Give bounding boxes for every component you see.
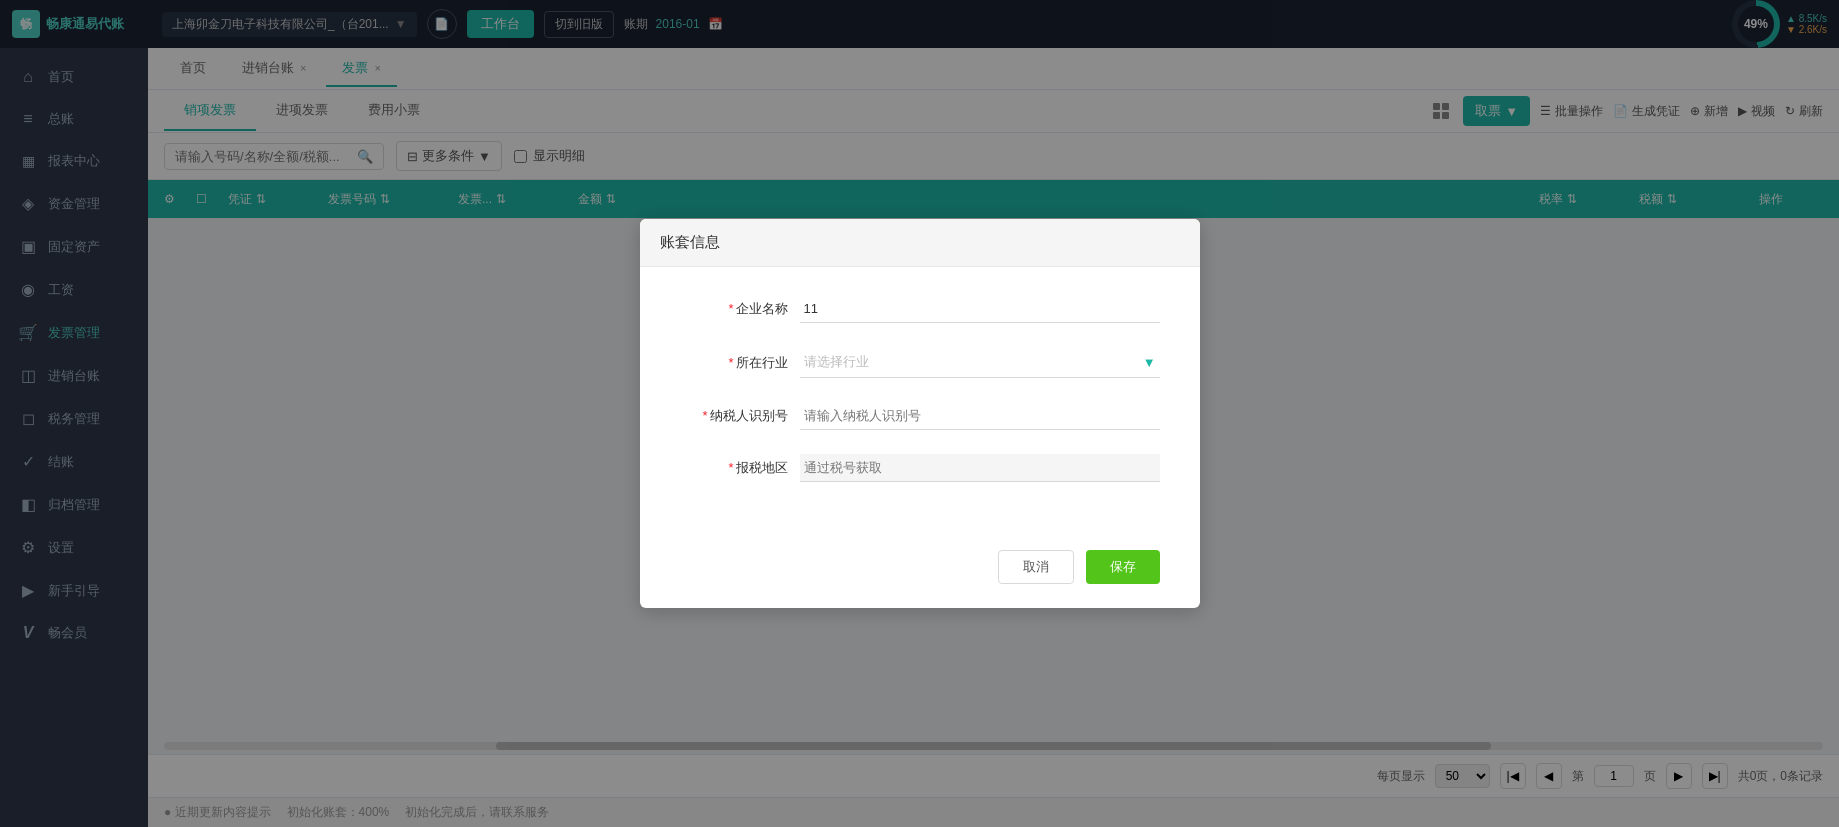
dialog-body: *企业名称 *所在行业 请选择行业 ▼ *纳税人识别号 bbox=[640, 267, 1200, 534]
dialog-header: 账套信息 bbox=[640, 219, 1200, 267]
modal-overlay: 账套信息 *企业名称 *所在行业 请选择行业 ▼ bbox=[0, 0, 1839, 827]
industry-label: *所在行业 bbox=[680, 354, 800, 372]
cancel-button[interactable]: 取消 bbox=[998, 550, 1074, 584]
form-row-industry: *所在行业 请选择行业 ▼ bbox=[680, 347, 1160, 378]
form-row-company-name: *企业名称 bbox=[680, 295, 1160, 323]
industry-select[interactable]: 请选择行业 ▼ bbox=[800, 347, 1160, 378]
company-name-label: *企业名称 bbox=[680, 300, 800, 318]
industry-placeholder: 请选择行业 bbox=[804, 353, 869, 371]
company-name-input[interactable] bbox=[800, 295, 1160, 323]
tax-id-label: *纳税人识别号 bbox=[680, 407, 800, 425]
tax-id-input[interactable] bbox=[800, 402, 1160, 430]
account-info-dialog: 账套信息 *企业名称 *所在行业 请选择行业 ▼ bbox=[640, 219, 1200, 608]
tax-region-label: *报税地区 bbox=[680, 459, 800, 477]
industry-dropdown-icon: ▼ bbox=[1143, 355, 1156, 370]
dialog-title: 账套信息 bbox=[660, 233, 720, 250]
save-button[interactable]: 保存 bbox=[1086, 550, 1160, 584]
form-row-tax-region: *报税地区 bbox=[680, 454, 1160, 482]
tax-region-input bbox=[800, 454, 1160, 482]
form-row-tax-id: *纳税人识别号 bbox=[680, 402, 1160, 430]
dialog-footer: 取消 保存 bbox=[640, 534, 1200, 608]
